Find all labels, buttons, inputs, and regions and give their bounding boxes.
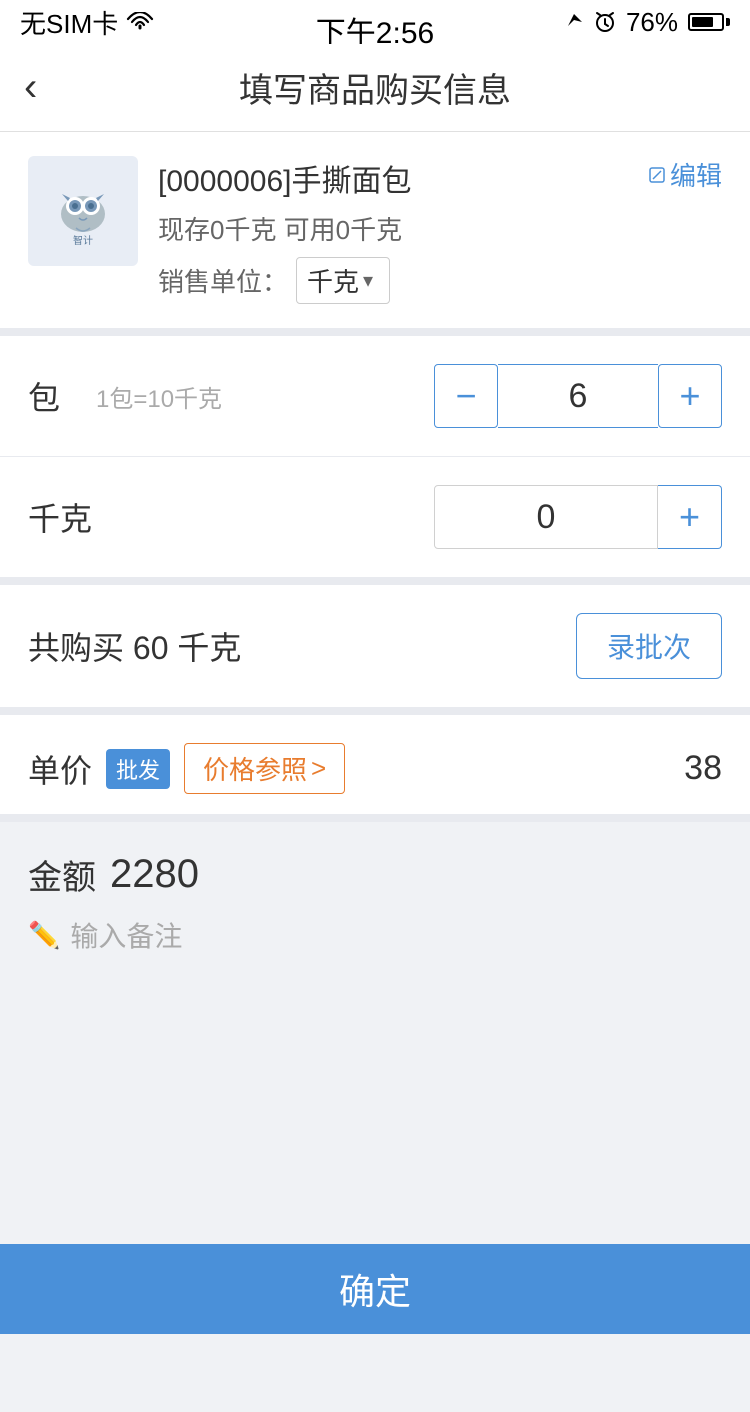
price-value: 38 — [684, 749, 722, 788]
summary-row: 共购买 60 千克 录批次 — [0, 585, 750, 715]
wifi-icon — [126, 12, 154, 32]
product-name-row: [0000006]手撕面包 编辑 — [158, 156, 722, 200]
pack-minus-button[interactable]: − — [434, 364, 498, 428]
product-name: [0000006]手撕面包 — [158, 156, 411, 200]
pack-plus-button[interactable]: + — [658, 364, 722, 428]
status-bar: 无SIM卡 下午2:56 76% — [0, 0, 750, 44]
pack-quantity-row: 包 1包=10千克 − + — [0, 336, 750, 457]
pack-quantity-input[interactable] — [498, 364, 658, 428]
remark-placeholder: 输入备注 — [70, 915, 182, 955]
page-title: 填写商品购买信息 — [239, 63, 511, 112]
amount-label: 金额 — [28, 850, 96, 899]
owl-logo: 智计 — [48, 176, 118, 246]
price-section: 单价 批发 价格参照 > 38 — [0, 715, 750, 822]
kg-quantity-control: + — [434, 485, 722, 549]
product-unit-row: 销售单位： 千克 ▾ — [158, 257, 722, 304]
price-row: 单价 批发 价格参照 > 38 — [28, 743, 722, 794]
location-icon — [564, 12, 584, 32]
price-type-tag: 批发 — [106, 749, 170, 789]
price-label: 单价 — [28, 746, 92, 792]
nav-bar: ‹ 填写商品购买信息 — [0, 44, 750, 132]
battery-percent: 76% — [626, 7, 678, 38]
amount-value: 2280 — [110, 852, 199, 897]
summary-text: 共购买 60 千克 — [28, 623, 241, 669]
batch-button[interactable]: 录批次 — [576, 613, 722, 679]
price-ref-button[interactable]: 价格参照 > — [184, 743, 345, 794]
unit-select[interactable]: 千克 ▾ — [296, 257, 390, 304]
edit-icon — [648, 166, 666, 184]
price-ref-label: 价格参照 — [203, 750, 307, 787]
product-card: 智计 [0000006]手撕面包 编辑 现存0千克 可用0千克 销售单位： 千克… — [0, 132, 750, 336]
kg-label: 千克 — [28, 494, 434, 540]
product-image: 智计 — [28, 156, 138, 266]
battery-icon — [688, 13, 730, 31]
pack-quantity-control: − + — [434, 364, 722, 428]
status-left: 无SIM卡 — [20, 4, 154, 41]
edit-button[interactable]: 编辑 — [648, 156, 722, 193]
carrier-text: 无SIM卡 — [20, 4, 118, 41]
dropdown-icon: ▾ — [363, 268, 373, 293]
price-ref-arrow-icon: > — [311, 753, 326, 784]
amount-section: 金额 2280 ✏️ 输入备注 — [0, 822, 750, 1102]
status-right: 76% — [564, 7, 730, 38]
pack-hint: 1包=10千克 — [96, 379, 434, 414]
kg-plus-button[interactable]: + — [658, 485, 722, 549]
product-stock: 现存0千克 可用0千克 — [158, 210, 722, 247]
amount-row: 金额 2280 — [28, 850, 722, 899]
kg-quantity-input[interactable] — [434, 485, 658, 549]
remark-row[interactable]: ✏️ 输入备注 — [28, 915, 722, 955]
confirm-button[interactable]: 确定 — [0, 1244, 750, 1334]
unit-label: 销售单位： — [158, 262, 288, 299]
alarm-icon — [594, 11, 616, 33]
pack-label: 包 — [28, 373, 88, 419]
pencil-icon: ✏️ — [28, 920, 60, 951]
back-button[interactable]: ‹ — [24, 65, 37, 110]
svg-text:智计: 智计 — [73, 234, 93, 246]
product-info: [0000006]手撕面包 编辑 现存0千克 可用0千克 销售单位： 千克 ▾ — [158, 156, 722, 304]
kg-quantity-row: 千克 + — [0, 457, 750, 585]
